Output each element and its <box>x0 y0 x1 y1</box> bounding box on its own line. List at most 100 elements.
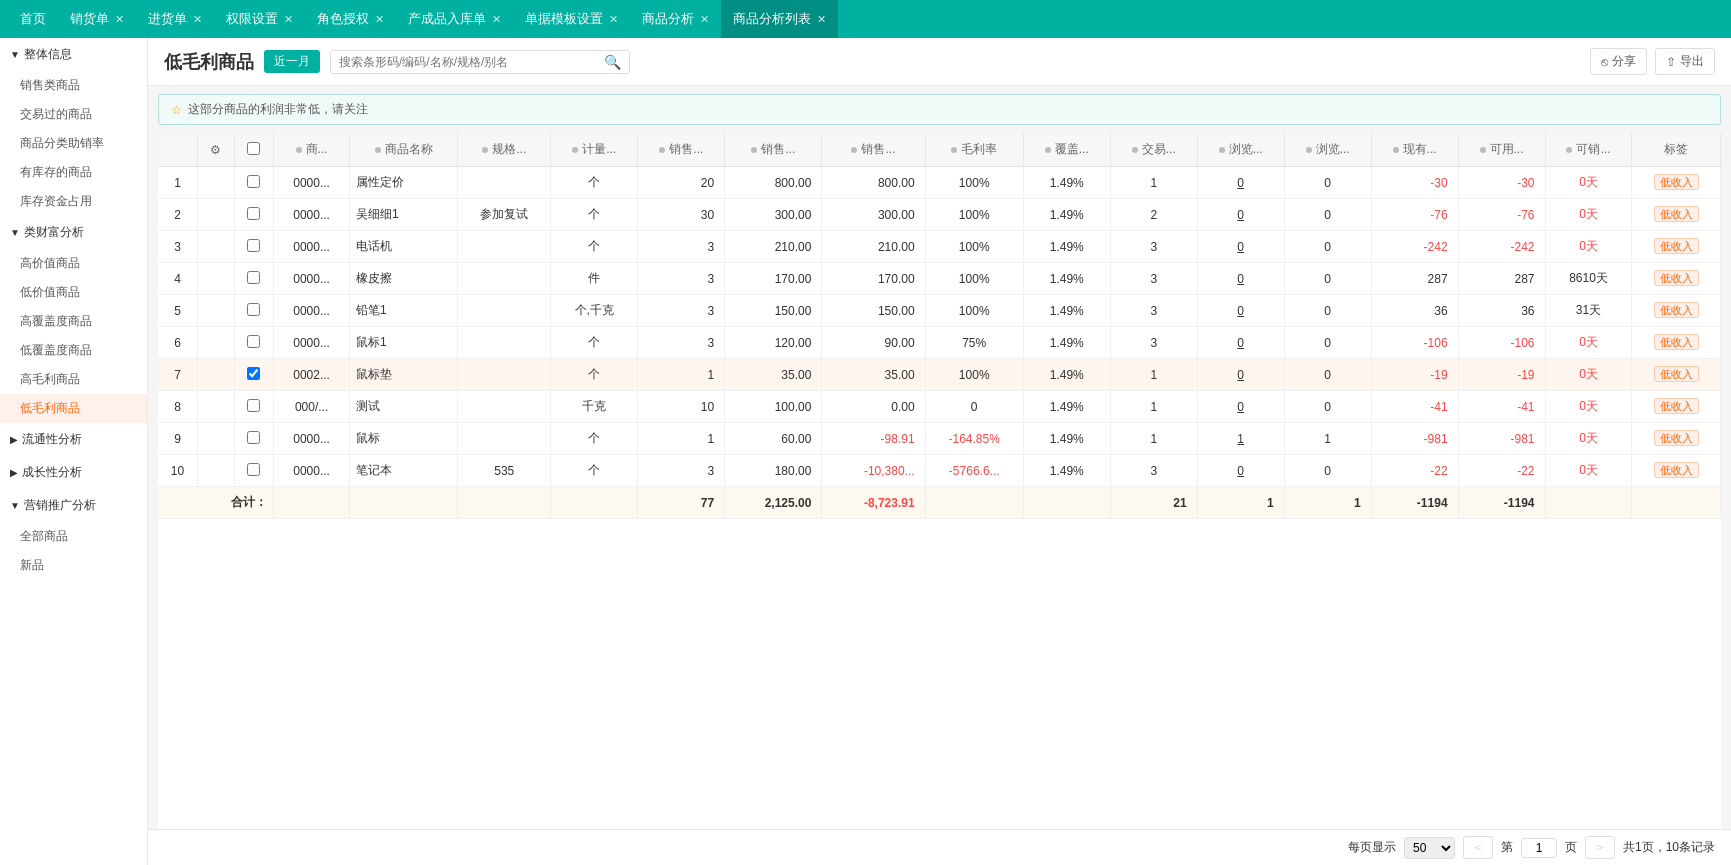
close-icon[interactable]: ✕ <box>700 13 709 26</box>
nav-sales-order[interactable]: 销货单✕ <box>58 0 136 38</box>
row-browse1[interactable]: 0 <box>1197 327 1284 359</box>
sidebar-group-wealth[interactable]: ▼ 类财富分析 <box>0 216 147 249</box>
col-available[interactable]: 可用... <box>1458 133 1545 167</box>
col-tag: 标签 <box>1632 133 1721 167</box>
row-checkbox[interactable] <box>234 199 274 231</box>
close-icon[interactable]: ✕ <box>609 13 618 26</box>
row-code: 0000... <box>274 263 350 295</box>
row-browse1[interactable]: 0 <box>1197 263 1284 295</box>
row-browse1[interactable]: 0 <box>1197 391 1284 423</box>
col-sales-count[interactable]: 销售... <box>638 133 725 167</box>
row-tag: 低收入 <box>1632 423 1721 455</box>
sidebar-item-high-margin[interactable]: 高毛利商品 <box>0 365 147 394</box>
nav-home[interactable]: 首页 <box>8 0 58 38</box>
sidebar-item-new-goods[interactable]: 新品 <box>0 551 147 580</box>
sidebar-item-all-goods[interactable]: 全部商品 <box>0 522 147 551</box>
close-icon[interactable]: ✕ <box>817 13 826 26</box>
export-button[interactable]: ⇧ 导出 <box>1655 48 1715 75</box>
row-browse1[interactable]: 1 <box>1197 423 1284 455</box>
row-checkbox[interactable] <box>234 423 274 455</box>
sidebar-item-low-value[interactable]: 低价值商品 <box>0 278 147 307</box>
col-saleable[interactable]: 可销... <box>1545 133 1632 167</box>
nav-product-analysis[interactable]: 商品分析✕ <box>630 0 721 38</box>
row-checkbox[interactable] <box>234 327 274 359</box>
col-current[interactable]: 现有... <box>1371 133 1458 167</box>
row-checkbox[interactable] <box>234 263 274 295</box>
nav-role-auth[interactable]: 角色授权✕ <box>305 0 396 38</box>
next-page-button[interactable]: ＞ <box>1585 836 1615 859</box>
page-input[interactable] <box>1521 838 1557 858</box>
share-button[interactable]: ⎋ 分享 <box>1590 48 1647 75</box>
row-available: -76 <box>1458 199 1545 231</box>
col-browse1[interactable]: 浏览... <box>1197 133 1284 167</box>
col-checkbox[interactable] <box>234 133 274 167</box>
row-checkbox[interactable] <box>234 455 274 487</box>
row-browse1[interactable]: 0 <box>1197 359 1284 391</box>
col-sales-gross[interactable]: 销售... <box>822 133 925 167</box>
row-browse1[interactable]: 0 <box>1197 231 1284 263</box>
page-suffix: 页 <box>1565 839 1577 856</box>
notice-bar: ☆ 这部分商品的利润非常低，请关注 <box>158 94 1721 125</box>
close-icon[interactable]: ✕ <box>115 13 124 26</box>
row-unit: 个 <box>551 327 638 359</box>
sidebar-item-stock-goods[interactable]: 有库存的商品 <box>0 158 147 187</box>
row-sales-gross: -10,380... <box>822 455 925 487</box>
row-coverage: 1.49% <box>1023 199 1110 231</box>
sidebar-item-high-value[interactable]: 高价值商品 <box>0 249 147 278</box>
nav-product-analysis-list[interactable]: 商品分析列表✕ <box>721 0 838 38</box>
sidebar-group-overall[interactable]: ▼ 整体信息 <box>0 38 147 71</box>
sidebar-group-marketing[interactable]: ▼ 营销推广分析 <box>0 489 147 522</box>
row-browse1[interactable]: 0 <box>1197 455 1284 487</box>
sidebar-item-category-rate[interactable]: 商品分类助销率 <box>0 129 147 158</box>
row-settings <box>197 199 234 231</box>
col-code[interactable]: 商... <box>274 133 350 167</box>
col-coverage[interactable]: 覆盖... <box>1023 133 1110 167</box>
filter-recent-month-button[interactable]: 近一月 <box>264 50 320 73</box>
sidebar-item-stock-capital[interactable]: 库存资金占用 <box>0 187 147 216</box>
sidebar-item-low-coverage[interactable]: 低覆盖度商品 <box>0 336 147 365</box>
sidebar-item-high-coverage[interactable]: 高覆盖度商品 <box>0 307 147 336</box>
row-browse1[interactable]: 0 <box>1197 167 1284 199</box>
close-icon[interactable]: ✕ <box>492 13 501 26</box>
col-settings[interactable]: ⚙ <box>197 133 234 167</box>
col-browse2[interactable]: 浏览... <box>1284 133 1371 167</box>
nav-permissions[interactable]: 权限设置✕ <box>214 0 305 38</box>
row-sales-price: 800.00 <box>725 167 822 199</box>
row-unit: 个 <box>551 199 638 231</box>
close-icon[interactable]: ✕ <box>375 13 384 26</box>
row-checkbox[interactable] <box>234 295 274 327</box>
sidebar-item-traded-goods[interactable]: 交易过的商品 <box>0 100 147 129</box>
prev-page-button[interactable]: ＜ <box>1463 836 1493 859</box>
close-icon[interactable]: ✕ <box>284 13 293 26</box>
col-name[interactable]: 商品名称 <box>349 133 457 167</box>
tag-badge: 低收入 <box>1654 238 1699 254</box>
sidebar-group-growth[interactable]: ▶ 成长性分析 <box>0 456 147 489</box>
row-checkbox[interactable] <box>234 167 274 199</box>
sidebar-item-sales-goods[interactable]: 销售类商品 <box>0 71 147 100</box>
nav-template-settings[interactable]: 单据模板设置✕ <box>513 0 630 38</box>
col-spec[interactable]: 规格... <box>458 133 551 167</box>
row-available: -22 <box>1458 455 1545 487</box>
row-unit: 个 <box>551 167 638 199</box>
col-gross-rate[interactable]: 毛利率 <box>925 133 1023 167</box>
col-trade[interactable]: 交易... <box>1110 133 1197 167</box>
per-page-select[interactable]: 50 20 100 <box>1404 837 1455 859</box>
nav-purchase-order[interactable]: 进货单✕ <box>136 0 214 38</box>
row-settings <box>197 359 234 391</box>
row-checkbox[interactable] <box>234 359 274 391</box>
sidebar-item-low-margin[interactable]: 低毛利商品 <box>0 394 147 423</box>
col-sales-price[interactable]: 销售... <box>725 133 822 167</box>
col-unit[interactable]: 计量... <box>551 133 638 167</box>
row-checkbox[interactable] <box>234 391 274 423</box>
row-browse1[interactable]: 0 <box>1197 295 1284 327</box>
close-icon[interactable]: ✕ <box>193 13 202 26</box>
row-checkbox[interactable] <box>234 231 274 263</box>
search-input[interactable] <box>339 55 604 69</box>
nav-finished-goods[interactable]: 产成品入库单✕ <box>396 0 513 38</box>
row-number: 9 <box>158 423 197 455</box>
row-browse1[interactable]: 0 <box>1197 199 1284 231</box>
select-all-checkbox[interactable] <box>247 142 260 155</box>
sidebar-group-liquidity[interactable]: ▶ 流通性分析 <box>0 423 147 456</box>
settings-icon[interactable]: ⚙ <box>210 143 221 157</box>
search-icon[interactable]: 🔍 <box>604 54 621 70</box>
